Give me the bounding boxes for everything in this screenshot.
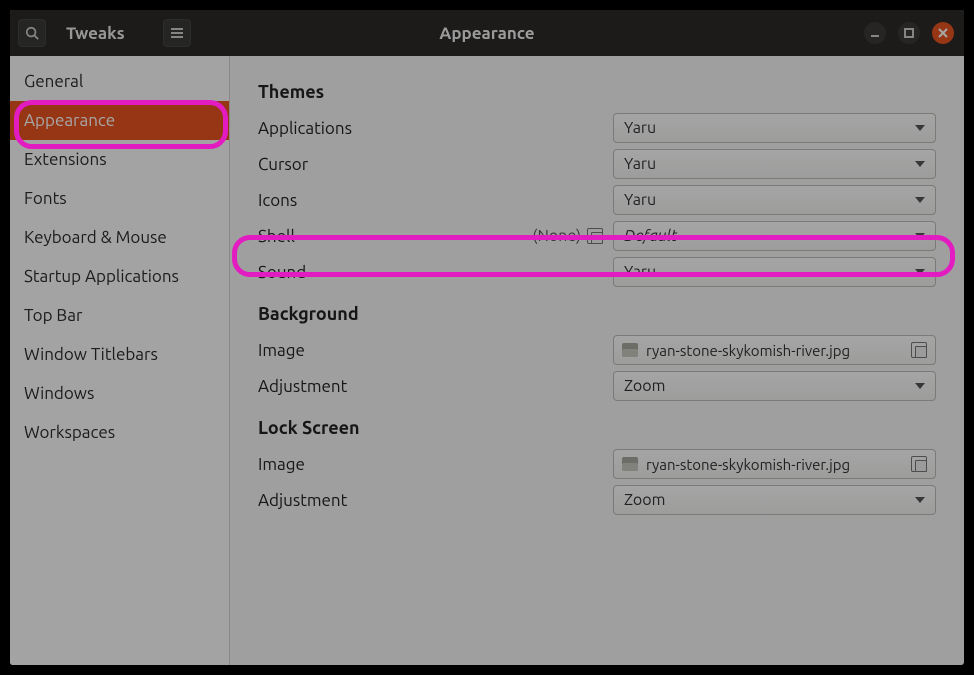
row-bg-image: Image ryan-stone-skykomish-river.jpg xyxy=(258,332,936,368)
sidebar-item-label: Appearance xyxy=(24,111,115,130)
filechooser-value: ryan-stone-skykomish-river.jpg xyxy=(646,456,850,473)
sidebar-item-keyboard-mouse[interactable]: Keyboard & Mouse xyxy=(10,218,229,257)
dropdown-value: Zoom xyxy=(624,377,665,395)
chevron-down-icon xyxy=(915,269,925,275)
sidebar-item-label: Window Titlebars xyxy=(24,345,158,364)
hamburger-menu-button[interactable] xyxy=(163,19,191,47)
sidebar-item-fonts[interactable]: Fonts xyxy=(10,179,229,218)
sidebar-item-startup-applications[interactable]: Startup Applications xyxy=(10,257,229,296)
image-file-icon xyxy=(622,457,638,471)
sidebar-item-label: Startup Applications xyxy=(24,267,179,286)
minimize-button[interactable] xyxy=(864,22,886,44)
hamburger-icon xyxy=(170,27,184,39)
dropdown-value: Yaru xyxy=(624,263,656,281)
label-icons: Icons xyxy=(258,191,297,210)
row-shell: Shell (None) Default xyxy=(258,218,936,254)
sidebar-item-label: Top Bar xyxy=(24,306,82,325)
sidebar-item-window-titlebars[interactable]: Window Titlebars xyxy=(10,335,229,374)
headerbar: Tweaks Appearance xyxy=(10,10,964,56)
dropdown-value: Default xyxy=(624,227,677,245)
row-cursor: Cursor Yaru xyxy=(258,146,936,182)
label-sound: Sound xyxy=(258,263,306,282)
open-folder-icon[interactable] xyxy=(911,456,927,472)
filechooser-bg-image[interactable]: ryan-stone-skykomish-river.jpg xyxy=(613,335,936,365)
sidebar-item-label: General xyxy=(24,72,83,91)
sidebar-item-label: Fonts xyxy=(24,189,67,208)
minimize-icon xyxy=(870,28,880,38)
label-ls-image: Image xyxy=(258,455,305,474)
sidebar-item-top-bar[interactable]: Top Bar xyxy=(10,296,229,335)
search-button[interactable] xyxy=(18,19,46,47)
sidebar-item-label: Workspaces xyxy=(24,423,115,442)
row-applications: Applications Yaru xyxy=(258,110,936,146)
sidebar-item-label: Extensions xyxy=(24,150,107,169)
shell-status: (None) xyxy=(532,227,581,245)
maximize-button[interactable] xyxy=(898,22,920,44)
chevron-down-icon xyxy=(915,161,925,167)
row-bg-adjustment: Adjustment Zoom xyxy=(258,368,936,404)
sidebar-item-workspaces[interactable]: Workspaces xyxy=(10,413,229,452)
label-cursor: Cursor xyxy=(258,155,308,174)
dropdown-sound[interactable]: Yaru xyxy=(613,257,936,287)
close-icon xyxy=(938,28,948,38)
chevron-down-icon xyxy=(915,497,925,503)
image-file-icon xyxy=(622,343,638,357)
row-icons: Icons Yaru xyxy=(258,182,936,218)
search-icon xyxy=(25,26,39,40)
chevron-down-icon xyxy=(915,125,925,131)
sidebar-item-appearance[interactable]: Appearance xyxy=(10,101,229,140)
row-ls-image: Image ryan-stone-skykomish-river.jpg xyxy=(258,446,936,482)
content-pane: Themes Applications Yaru Cursor Yaru Ico… xyxy=(230,56,964,665)
sidebar: General Appearance Extensions Fonts Keyb… xyxy=(10,56,230,665)
row-ls-adjustment: Adjustment Zoom xyxy=(258,482,936,518)
label-ls-adjustment: Adjustment xyxy=(258,491,347,510)
section-title-themes: Themes xyxy=(258,82,936,102)
sidebar-item-extensions[interactable]: Extensions xyxy=(10,140,229,179)
dropdown-value: Yaru xyxy=(624,155,656,173)
label-shell: Shell xyxy=(258,227,295,246)
sidebar-item-general[interactable]: General xyxy=(10,62,229,101)
sidebar-item-label: Keyboard & Mouse xyxy=(24,228,167,247)
label-applications: Applications xyxy=(258,119,352,138)
app-name: Tweaks xyxy=(66,24,125,43)
maximize-icon xyxy=(904,28,914,38)
sidebar-item-label: Windows xyxy=(24,384,94,403)
dropdown-applications[interactable]: Yaru xyxy=(613,113,936,143)
section-title-background: Background xyxy=(258,304,936,324)
chevron-down-icon xyxy=(915,233,925,239)
open-folder-icon[interactable] xyxy=(587,228,603,244)
label-bg-image: Image xyxy=(258,341,305,360)
dropdown-value: Yaru xyxy=(624,191,656,209)
filechooser-ls-image[interactable]: ryan-stone-skykomish-river.jpg xyxy=(613,449,936,479)
dropdown-shell[interactable]: Default xyxy=(613,221,936,251)
chevron-down-icon xyxy=(915,383,925,389)
row-sound: Sound Yaru xyxy=(258,254,936,290)
section-title-lockscreen: Lock Screen xyxy=(258,418,936,438)
dropdown-value: Yaru xyxy=(624,119,656,137)
label-bg-adjustment: Adjustment xyxy=(258,377,347,396)
dropdown-icons[interactable]: Yaru xyxy=(613,185,936,215)
dropdown-cursor[interactable]: Yaru xyxy=(613,149,936,179)
dropdown-value: Zoom xyxy=(624,491,665,509)
chevron-down-icon xyxy=(915,197,925,203)
filechooser-value: ryan-stone-skykomish-river.jpg xyxy=(646,342,850,359)
close-button[interactable] xyxy=(932,22,954,44)
dropdown-ls-adjustment[interactable]: Zoom xyxy=(613,485,936,515)
tweaks-window: Tweaks Appearance General Appearance Ext… xyxy=(10,10,964,665)
sidebar-item-windows[interactable]: Windows xyxy=(10,374,229,413)
dropdown-bg-adjustment[interactable]: Zoom xyxy=(613,371,936,401)
open-folder-icon[interactable] xyxy=(911,342,927,358)
